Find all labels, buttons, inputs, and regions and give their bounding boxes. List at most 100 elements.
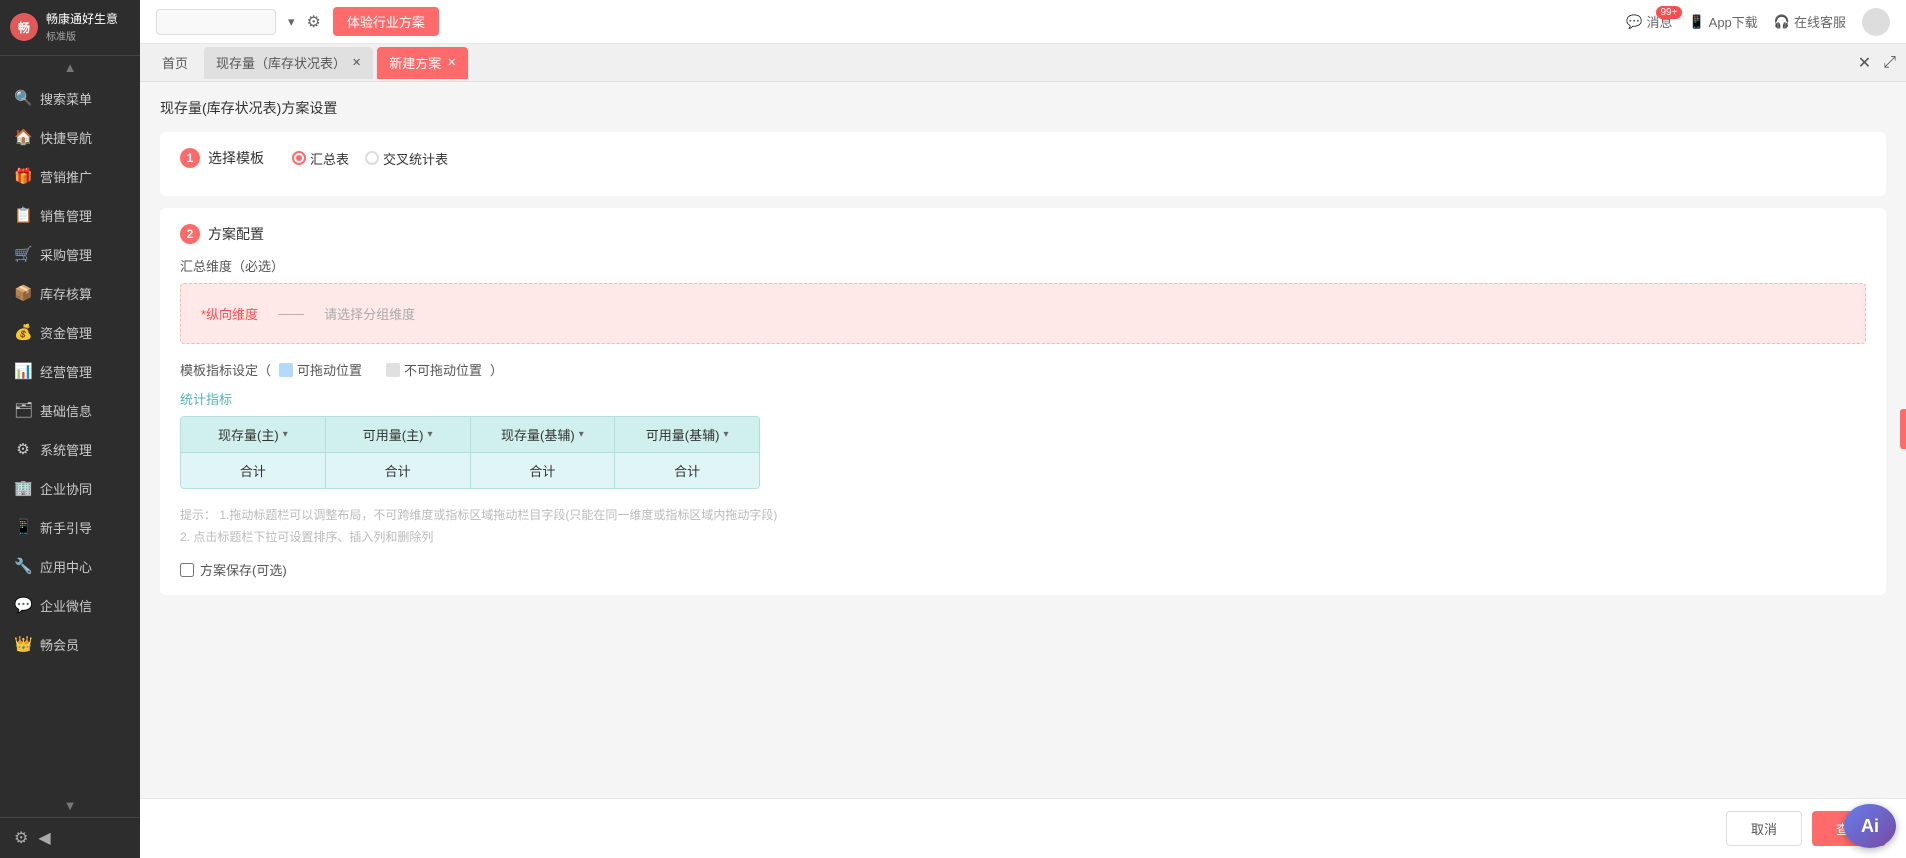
tab-new-scheme[interactable]: 新建方案 ✕: [377, 47, 468, 79]
stats-col-header-3[interactable]: 可用量(基辅) ▾: [615, 417, 759, 453]
stats-col-header-1[interactable]: 可用量(主) ▾: [326, 417, 470, 453]
gear-icon: ⚙: [14, 440, 32, 458]
gift-icon: 🎁: [14, 167, 32, 185]
close-panel-button[interactable]: ✕: [1858, 53, 1871, 73]
content-area: 现存量(库存状况表)方案设置 1 选择模板 汇总表 交叉统计表: [140, 82, 1906, 798]
sidebar-item-member[interactable]: 👑 畅会员: [0, 625, 140, 664]
stats-col-1: 可用量(主) ▾ 合计: [326, 417, 471, 488]
mobile-icon: 📱: [14, 518, 32, 536]
sidebar-item-wechat[interactable]: 💬 企业微信: [0, 586, 140, 625]
stats-col-label-2: 现存量(基辅): [501, 425, 575, 444]
sidebar-item-label: 企业协同: [40, 479, 92, 498]
sidebar-item-quicknav[interactable]: 🏠 快捷导航: [0, 118, 140, 157]
app-download-button[interactable]: 📱 App下载: [1688, 12, 1757, 31]
tab-inventory-status[interactable]: 现存量（库存状况表） ✕: [204, 47, 373, 79]
dim-separator: ——: [278, 306, 304, 321]
stats-col-label-1: 可用量(主): [363, 425, 424, 444]
sidebar-item-sales[interactable]: 📋 销售管理: [0, 196, 140, 235]
message-icon: 💬: [1626, 14, 1642, 30]
stats-col-header-0[interactable]: 现存量(主) ▾: [181, 417, 325, 453]
sidebar-item-finance[interactable]: 💰 资金管理: [0, 313, 140, 352]
new-scheme-tab-label: 新建方案: [389, 53, 441, 72]
wechat-icon: 💬: [14, 596, 32, 614]
settings-bottom-icon[interactable]: ⚙: [14, 828, 28, 848]
tip-2: 2. 点击标题栏下拉可设置排序、插入列和删除列: [180, 527, 1866, 549]
step1-header: 1 选择模板 汇总表 交叉统计表: [180, 148, 1866, 168]
save-label: 方案保存(可选): [200, 560, 287, 579]
right-edge-handle[interactable]: [1900, 409, 1906, 449]
search-icon: 🔍: [14, 89, 32, 107]
tab-home[interactable]: 首页: [150, 47, 200, 79]
sidebar-item-label: 快捷导航: [40, 128, 92, 147]
sidebar-nav: 🔍 搜索菜单 🏠 快捷导航 🎁 营销推广 📋 销售管理 🛒 采购管理 📦 库存核…: [0, 79, 140, 794]
sidebar-item-system[interactable]: ⚙ 系统管理: [0, 430, 140, 469]
radio-summary[interactable]: 汇总表: [292, 149, 349, 168]
sidebar-item-inventory[interactable]: 📦 库存核算: [0, 274, 140, 313]
step1-card: 1 选择模板 汇总表 交叉统计表: [160, 132, 1886, 196]
topbar-dropdown[interactable]: ▾: [288, 14, 295, 30]
home-icon: 🏠: [14, 128, 32, 146]
step2-card: 2 方案配置 汇总维度（必选） *纵向维度 —— 请选择分组维度 模板指标设定（…: [160, 208, 1886, 595]
msg-button[interactable]: 💬 消息 99+: [1626, 12, 1672, 31]
close-new-scheme-tab[interactable]: ✕: [447, 56, 456, 69]
expand-panel-button[interactable]: ⤢: [1883, 54, 1896, 72]
vertical-dim-label: *纵向维度: [201, 304, 258, 323]
topbar: ▾ ⚙ 体验行业方案 💬 消息 99+ 📱 App下载 🎧 在线客服: [140, 0, 1906, 44]
user-avatar[interactable]: [1862, 8, 1890, 36]
close-inventory-tab[interactable]: ✕: [352, 56, 361, 69]
topbar-left: ▾ ⚙ 体验行业方案: [156, 7, 439, 36]
box-icon: 📦: [14, 284, 32, 302]
collapse-icon[interactable]: ◀: [38, 828, 50, 848]
save-checkbox[interactable]: [180, 563, 194, 577]
msg-badge: 99+: [1656, 6, 1683, 19]
stats-table: 现存量(主) ▾ 合计 可用量(主) ▾ 合计: [180, 416, 760, 489]
cancel-button[interactable]: 取消: [1726, 811, 1802, 846]
chevron-down-icon-1: ▾: [427, 429, 432, 440]
sidebar-item-corp[interactable]: 🏢 企业协同: [0, 469, 140, 508]
stats-col-header-2[interactable]: 现存量(基辅) ▾: [471, 417, 615, 453]
sidebar-item-base[interactable]: 🗂 基础信息: [0, 391, 140, 430]
radio-cross-dot: [365, 151, 379, 165]
headset-icon: 🎧: [1774, 14, 1790, 30]
sidebar-item-marketing[interactable]: 🎁 营销推广: [0, 157, 140, 196]
sidebar-item-appcenter[interactable]: 🔧 应用中心: [0, 547, 140, 586]
chevron-down-icon-3: ▾: [723, 429, 728, 440]
sidebar-item-label: 系统管理: [40, 440, 92, 459]
industry-scheme-button[interactable]: 体验行业方案: [333, 7, 439, 36]
chart-icon: 📊: [14, 362, 32, 380]
topbar-gear-icon[interactable]: ⚙: [307, 12, 321, 32]
inventory-tab-label: 现存量（库存状况表）: [216, 53, 346, 72]
stats-col-3: 可用量(基辅) ▾ 合计: [615, 417, 759, 488]
radio-cross[interactable]: 交叉统计表: [365, 149, 448, 168]
stats-col-label-0: 现存量(主): [218, 425, 279, 444]
template-radio-group: 汇总表 交叉统计表: [292, 149, 448, 168]
stats-col-2: 现存量(基辅) ▾ 合计: [471, 417, 616, 488]
undraggable-toggle: 不可拖动位置: [386, 360, 482, 379]
search-input[interactable]: [156, 9, 276, 35]
phone-icon: 📱: [1688, 14, 1704, 30]
sidebar-logo: 畅 畅康通好生意 标准版: [0, 0, 140, 56]
step2-title: 方案配置: [208, 224, 264, 244]
radio-summary-label: 汇总表: [310, 149, 349, 168]
service-button[interactable]: 🎧 在线客服: [1774, 12, 1846, 31]
sidebar-item-label: 企业微信: [40, 596, 92, 615]
dimension-zone[interactable]: *纵向维度 —— 请选择分组维度: [180, 283, 1866, 344]
sidebar-item-label: 经营管理: [40, 362, 92, 381]
sidebar-item-label: 基础信息: [40, 401, 92, 420]
stats-table-header: 现存量(主) ▾ 合计 可用量(主) ▾ 合计: [181, 417, 759, 488]
sidebar-item-label: 搜索菜单: [40, 89, 92, 108]
ai-badge[interactable]: Ai: [1844, 804, 1896, 848]
indicator-toggle-row: 模板指标设定（ 可拖动位置 不可拖动位置 ）: [180, 360, 1866, 379]
sidebar-scroll-up[interactable]: ▲: [0, 56, 140, 79]
sidebar-scroll-down[interactable]: ▼: [0, 794, 140, 817]
sidebar-item-purchase[interactable]: 🛒 采购管理: [0, 235, 140, 274]
cart-icon: 🛒: [14, 245, 32, 263]
dimension-row: *纵向维度 —— 请选择分组维度: [201, 304, 1845, 323]
sidebar-item-label: 应用中心: [40, 557, 92, 576]
sidebar-item-operation[interactable]: 📊 经营管理: [0, 352, 140, 391]
main-area: ▾ ⚙ 体验行业方案 💬 消息 99+ 📱 App下载 🎧 在线客服 首页: [140, 0, 1906, 858]
sidebar-item-label: 资金管理: [40, 323, 92, 342]
logo-text: 畅康通好生意: [46, 12, 118, 28]
sidebar-item-search[interactable]: 🔍 搜索菜单: [0, 79, 140, 118]
sidebar-item-newguide[interactable]: 📱 新手引导: [0, 508, 140, 547]
